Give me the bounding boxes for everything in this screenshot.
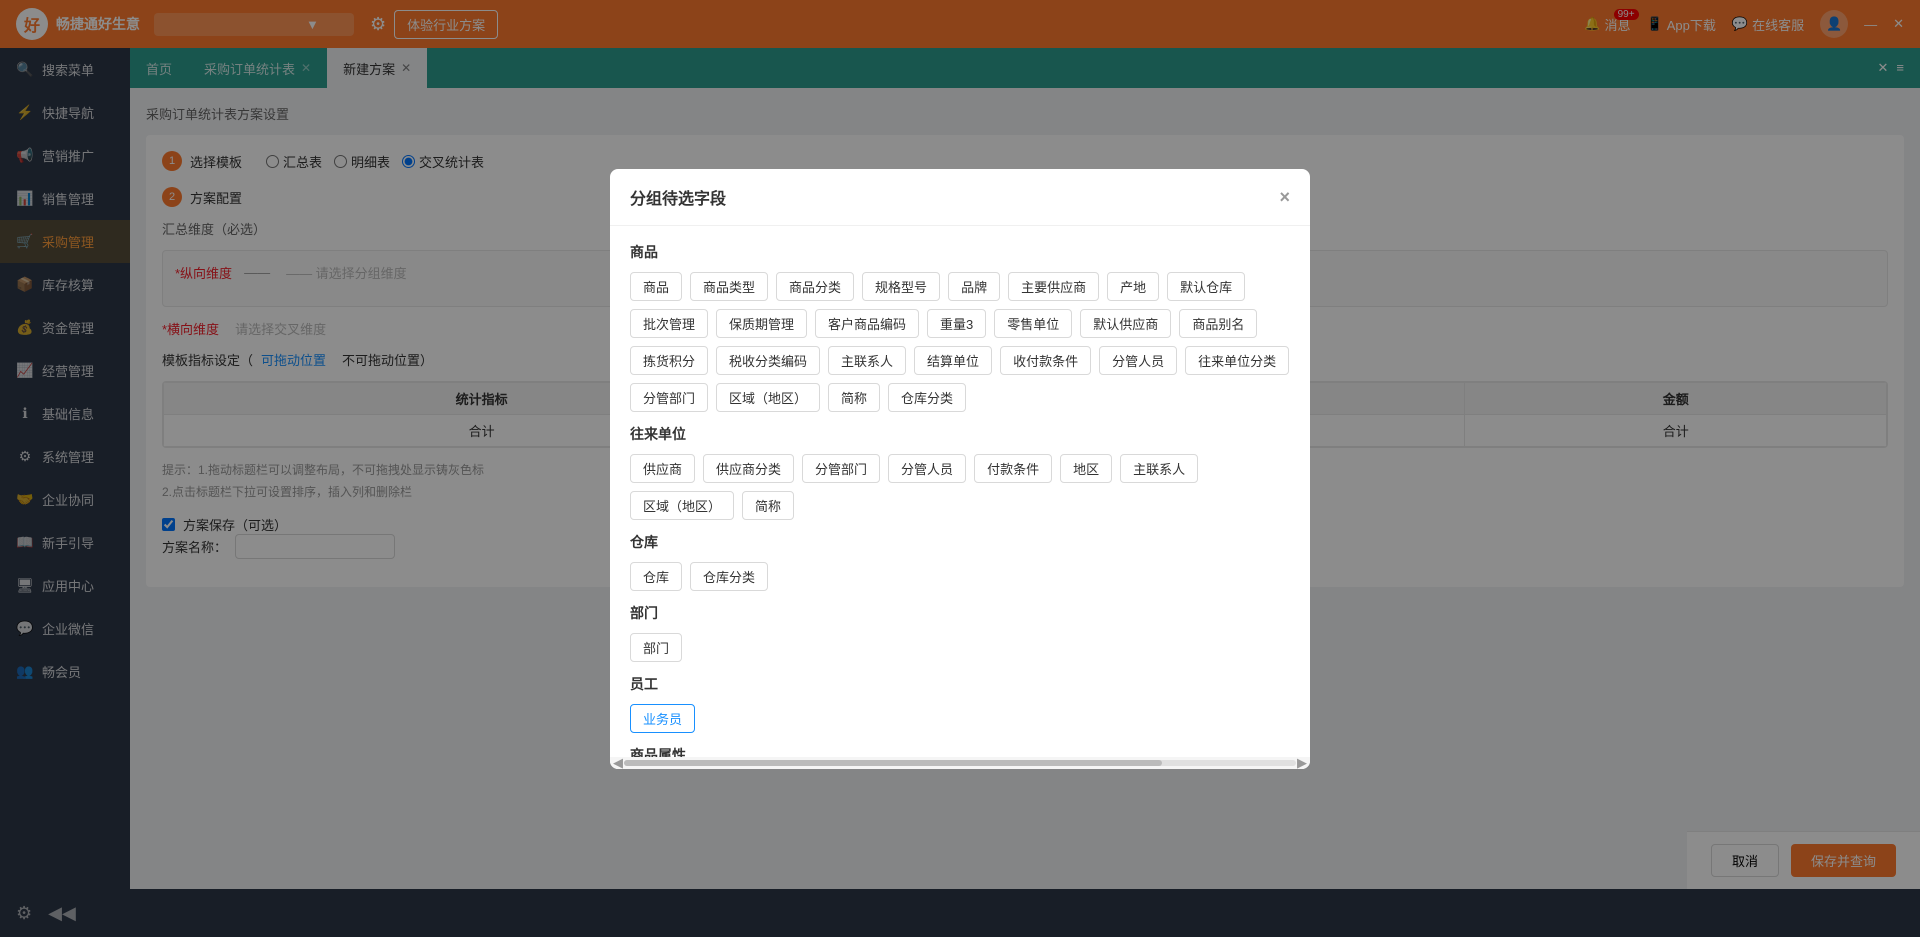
section-title-employee: 员工 <box>630 674 1290 694</box>
field-tag-batch-manage[interactable]: 批次管理 <box>630 309 708 338</box>
field-tags-employee: 业务员 <box>630 704 1290 733</box>
field-tag-warehouse-category[interactable]: 仓库分类 <box>690 562 768 591</box>
field-tag-region-goods[interactable]: 区域（地区） <box>716 383 820 412</box>
scroll-left-btn[interactable]: ◀ <box>612 755 624 769</box>
field-tag-expiry-manage[interactable]: 保质期管理 <box>716 309 807 338</box>
field-tag-manager-partner[interactable]: 分管人员 <box>888 454 966 483</box>
section-title-dept: 部门 <box>630 603 1290 623</box>
field-tag-customer-code[interactable]: 客户商品编码 <box>815 309 919 338</box>
field-tag-short-name-partner[interactable]: 简称 <box>742 491 794 520</box>
modal-header: 分组待选字段 × <box>610 169 1310 226</box>
field-tags-goods: 商品 商品类型 商品分类 规格型号 品牌 主要供应商 产地 默认仓库 批次管理 … <box>630 272 1290 412</box>
field-tag-party-category[interactable]: 往来单位分类 <box>1185 346 1289 375</box>
section-title-attrs: 商品属性 <box>630 745 1290 757</box>
field-tag-retail-unit[interactable]: 零售单位 <box>994 309 1072 338</box>
field-tags-dept: 部门 <box>630 633 1290 662</box>
field-tag-dept-managed[interactable]: 分管部门 <box>630 383 708 412</box>
section-title-warehouse: 仓库 <box>630 532 1290 552</box>
section-title-partner: 往来单位 <box>630 424 1290 444</box>
field-tag-main-contact-partner[interactable]: 主联系人 <box>1120 454 1198 483</box>
field-tag-default-supplier[interactable]: 默认供应商 <box>1080 309 1171 338</box>
modal-overlay: 分组待选字段 × 商品 商品 商品类型 商品分类 规格型号 品牌 主要供应商 产… <box>0 0 1920 937</box>
field-tag-salesperson[interactable]: 业务员 <box>630 704 695 733</box>
section-title-goods: 商品 <box>630 242 1290 262</box>
field-tag-warehouse-category-goods[interactable]: 仓库分类 <box>888 383 966 412</box>
field-tag-short-name-goods[interactable]: 简称 <box>828 383 880 412</box>
field-tag-tax-code[interactable]: 税收分类编码 <box>716 346 820 375</box>
modal-close-button[interactable]: × <box>1279 188 1290 206</box>
scrollbar-thumb <box>624 760 1162 766</box>
scrollbar-track <box>624 760 1296 766</box>
field-tag-default-warehouse[interactable]: 默认仓库 <box>1167 272 1245 301</box>
field-tag-payment-terms[interactable]: 收付款条件 <box>1000 346 1091 375</box>
field-tag-settlement-unit[interactable]: 结算单位 <box>914 346 992 375</box>
field-tag-goods-type[interactable]: 商品类型 <box>690 272 768 301</box>
field-tag-brand[interactable]: 品牌 <box>948 272 1000 301</box>
modal-body: 商品 商品 商品类型 商品分类 规格型号 品牌 主要供应商 产地 默认仓库 批次… <box>610 226 1310 757</box>
field-tag-supplier[interactable]: 供应商 <box>630 454 695 483</box>
field-tag-origin[interactable]: 产地 <box>1107 272 1159 301</box>
field-tag-main-contact[interactable]: 主联系人 <box>828 346 906 375</box>
field-tag-manager[interactable]: 分管人员 <box>1099 346 1177 375</box>
field-tag-pick-points[interactable]: 拣货积分 <box>630 346 708 375</box>
modal: 分组待选字段 × 商品 商品 商品类型 商品分类 规格型号 品牌 主要供应商 产… <box>610 169 1310 769</box>
field-tag-weight[interactable]: 重量3 <box>927 309 986 338</box>
field-tags-partner: 供应商 供应商分类 分管部门 分管人员 付款条件 地区 主联系人 区域（地区） … <box>630 454 1290 520</box>
field-tag-supplier-category[interactable]: 供应商分类 <box>703 454 794 483</box>
field-tag-dept-partner[interactable]: 分管部门 <box>802 454 880 483</box>
modal-title: 分组待选字段 <box>630 185 726 209</box>
field-tags-warehouse: 仓库 仓库分类 <box>630 562 1290 591</box>
field-tag-goods-category[interactable]: 商品分类 <box>776 272 854 301</box>
field-tag-region-partner[interactable]: 地区 <box>1060 454 1112 483</box>
field-tag-area-partner[interactable]: 区域（地区） <box>630 491 734 520</box>
field-tag-payment-cond[interactable]: 付款条件 <box>974 454 1052 483</box>
scroll-right-btn[interactable]: ▶ <box>1296 755 1308 769</box>
field-tag-main-supplier[interactable]: 主要供应商 <box>1008 272 1099 301</box>
field-tag-dept[interactable]: 部门 <box>630 633 682 662</box>
field-tag-goods-alias[interactable]: 商品别名 <box>1179 309 1257 338</box>
field-tag-warehouse[interactable]: 仓库 <box>630 562 682 591</box>
modal-scrollbar[interactable]: ◀ ▶ <box>610 757 1310 769</box>
field-tag-spec-model[interactable]: 规格型号 <box>862 272 940 301</box>
field-tag-goods[interactable]: 商品 <box>630 272 682 301</box>
